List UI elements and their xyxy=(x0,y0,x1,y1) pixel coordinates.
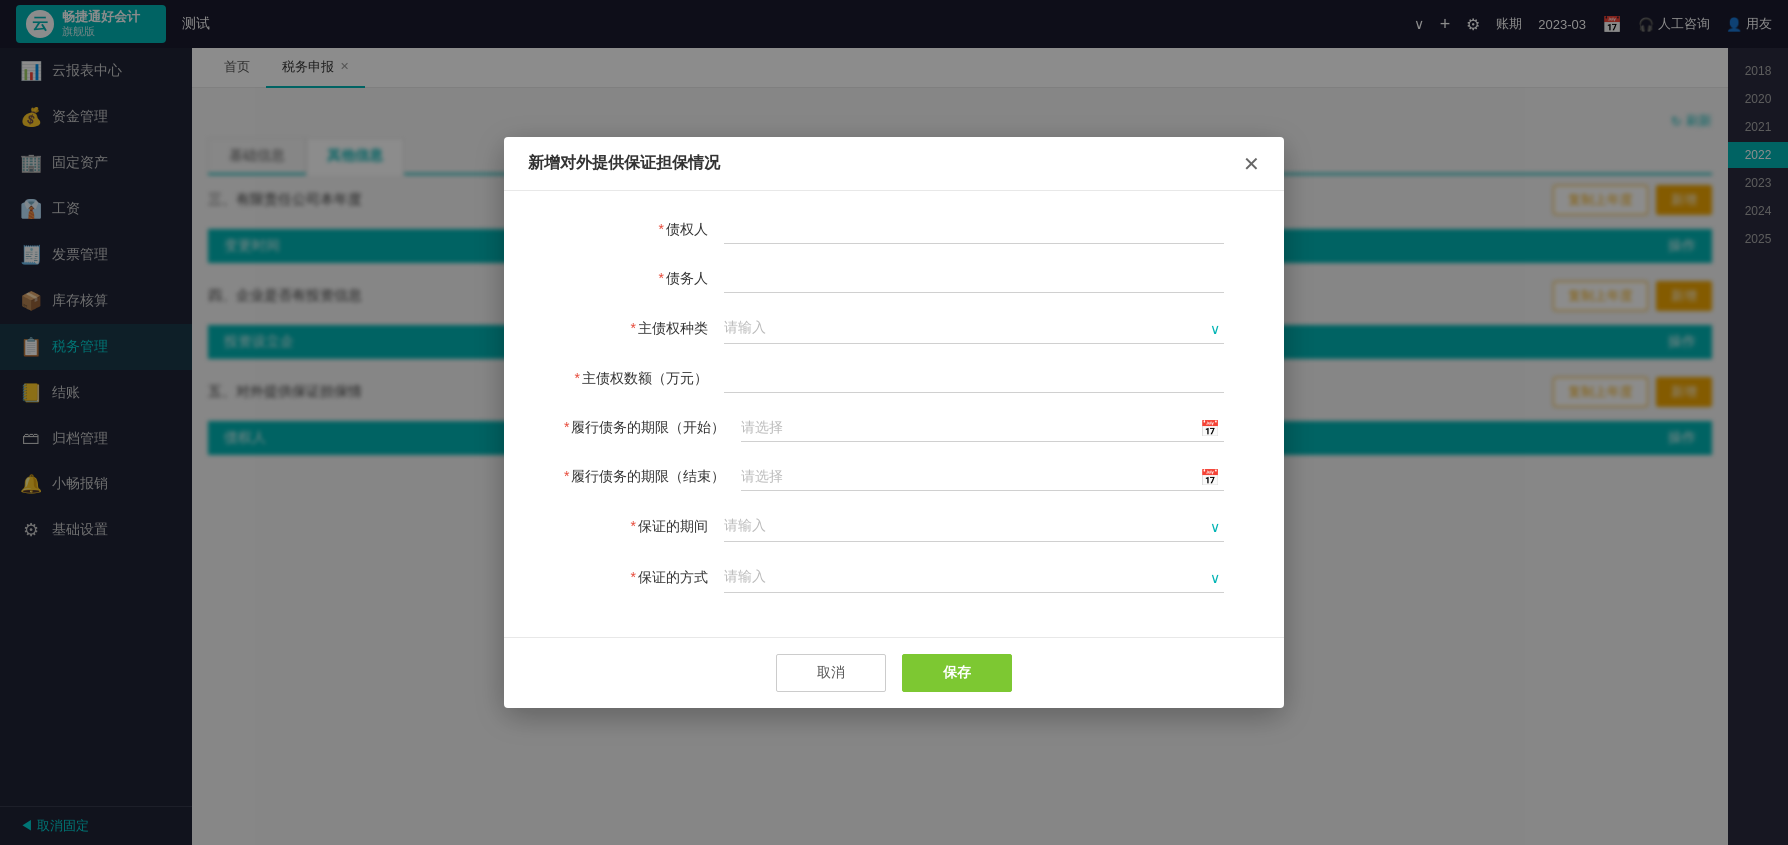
dialog-title: 新增对外提供保证担保情况 xyxy=(528,153,720,174)
input-zhaiquanren[interactable] xyxy=(724,215,1224,244)
save-button[interactable]: 保存 xyxy=(902,654,1012,692)
calendar-icon-period_end[interactable]: 📅 xyxy=(1200,467,1220,486)
calendar-icon-period_start[interactable]: 📅 xyxy=(1200,418,1220,437)
input-zhaiwuren[interactable] xyxy=(724,264,1224,293)
dialog: 新增对外提供保证担保情况 ✕ *债权人 *债务人 *主债权种类请输入∨ *主债权数额（… xyxy=(504,137,1284,708)
form-row-period_start: *履行债务的期限（开始） 📅 xyxy=(564,413,1224,442)
cancel-button[interactable]: 取消 xyxy=(776,654,886,692)
dialog-body: *债权人 *债务人 *主债权种类请输入∨ *主债权数额（万元） *履行债务的期限（开始）… xyxy=(504,191,1284,637)
dialog-footer: 取消 保存 xyxy=(504,637,1284,708)
input-zhudaiquan_amount[interactable] xyxy=(724,364,1224,393)
form-row-zhaiquanren: *债权人 xyxy=(564,215,1224,244)
form-label-guarantee_period: *保证的期间 xyxy=(564,518,724,536)
dialog-close-button[interactable]: ✕ xyxy=(1243,154,1260,174)
form-row-zhudaiquan_amount: *主债权数额（万元） xyxy=(564,364,1224,393)
dialog-header: 新增对外提供保证担保情况 ✕ xyxy=(504,137,1284,191)
form-label-zhudaiquan_type: *主债权种类 xyxy=(564,320,724,338)
select-zhudaiquan_type[interactable]: 请输入 xyxy=(724,313,1224,344)
form-label-zhaiwuren: *债务人 xyxy=(564,270,724,288)
date-input-period_start[interactable] xyxy=(741,413,1224,442)
form-row-guarantee_period: *保证的期间请输入∨ xyxy=(564,511,1224,542)
form-label-period_end: *履行债务的期限（结束） xyxy=(564,468,741,486)
form-label-zhudaiquan_amount: *主债权数额（万元） xyxy=(564,370,724,388)
select-guarantee_period[interactable]: 请输入 xyxy=(724,511,1224,542)
select-guarantee_method[interactable]: 请输入 xyxy=(724,562,1224,593)
form-label-zhaiquanren: *债权人 xyxy=(564,221,724,239)
form-label-period_start: *履行债务的期限（开始） xyxy=(564,419,741,437)
form-label-guarantee_method: *保证的方式 xyxy=(564,569,724,587)
form-row-guarantee_method: *保证的方式请输入∨ xyxy=(564,562,1224,593)
dialog-overlay: 新增对外提供保证担保情况 ✕ *债权人 *债务人 *主债权种类请输入∨ *主债权数额（… xyxy=(0,0,1788,845)
form-row-zhudaiquan_type: *主债权种类请输入∨ xyxy=(564,313,1224,344)
form-row-period_end: *履行债务的期限（结束） 📅 xyxy=(564,462,1224,491)
form-row-zhaiwuren: *债务人 xyxy=(564,264,1224,293)
date-input-period_end[interactable] xyxy=(741,462,1224,491)
